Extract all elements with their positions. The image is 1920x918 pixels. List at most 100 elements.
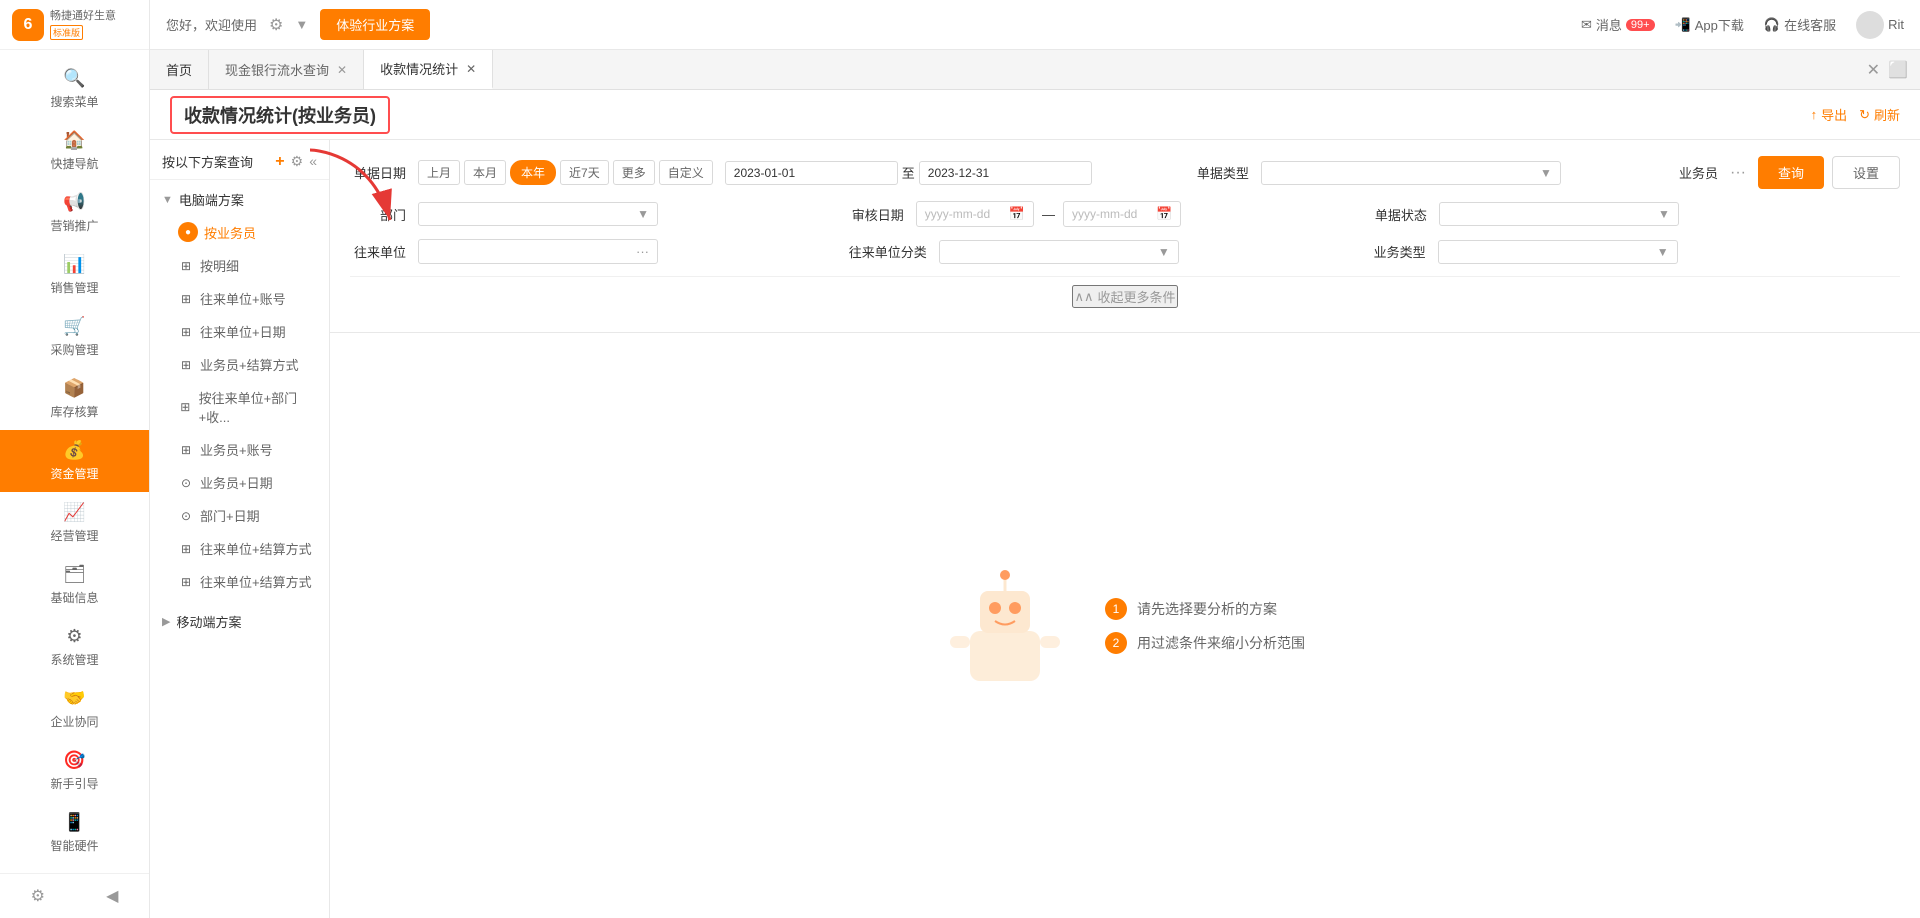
counterpart-label: 往来单位: [350, 242, 406, 261]
salesperson-more-btn[interactable]: ···: [1730, 164, 1746, 182]
home-icon: 🏠: [63, 130, 85, 151]
tab-home[interactable]: 首页: [150, 50, 209, 89]
logo-area: 6 畅捷通好生意 标准版: [0, 0, 149, 50]
tree-item-detail[interactable]: ⊞ 按明细: [150, 249, 329, 282]
sidebar-item-sales[interactable]: 📊 销售管理: [0, 244, 149, 306]
review-date-label: 审核日期: [848, 205, 904, 224]
tree-item-salesperson-date[interactable]: ⊙ 业务员+日期: [150, 466, 329, 499]
bill-status-select[interactable]: ▼: [1439, 202, 1679, 226]
sidebar-item-guide[interactable]: 🎯 新手引导: [0, 740, 149, 802]
mobile-section-arrow: ▶: [162, 615, 170, 628]
message-icon: ✉: [1581, 17, 1592, 33]
user-area[interactable]: Rit: [1856, 11, 1904, 39]
counterpart-type-select[interactable]: ▼: [939, 240, 1179, 264]
topbar-dropdown-icon[interactable]: ▼: [295, 17, 308, 32]
counterpart-type-dropdown-icon: ▼: [1158, 245, 1170, 259]
topbar-settings-icon[interactable]: ⚙: [269, 15, 283, 35]
search-icon: 🔍: [63, 68, 85, 89]
online-service-btn[interactable]: 🎧 在线客服: [1764, 15, 1836, 34]
export-btn[interactable]: ↑ 导出: [1811, 105, 1848, 124]
panel-collapse-btn[interactable]: «: [309, 153, 317, 171]
review-date-from-container[interactable]: yyyy-mm-dd 📅: [916, 201, 1034, 227]
bill-type-select[interactable]: ▼: [1261, 161, 1561, 185]
tree-item-salesperson-account[interactable]: ⊞ 业务员+账号: [150, 433, 329, 466]
search-btn[interactable]: 查询: [1758, 156, 1824, 189]
date-btn-custom[interactable]: 自定义: [659, 160, 713, 185]
export-icon: ↑: [1811, 107, 1818, 122]
date-btn-more[interactable]: 更多: [613, 160, 655, 185]
panel-header-actions: + ⚙ «: [275, 153, 317, 171]
topbar: 您好，欢迎使用 ⚙ ▼ 体验行业方案 ✉ 消息 99+ 📲 App下载 🎧 在线…: [150, 0, 1920, 50]
date-btn-this-month[interactable]: 本月: [464, 160, 506, 185]
messages-btn[interactable]: ✉ 消息 99+: [1581, 15, 1655, 34]
date-btn-last-7days[interactable]: 近7天: [560, 160, 609, 185]
salesperson-date-icon: ⊙: [178, 476, 194, 490]
tab-bank[interactable]: 现金银行流水查询 ✕: [209, 50, 364, 89]
collapse-btn[interactable]: ∧∧ 收起更多条件: [1072, 285, 1177, 308]
date-btn-last-month[interactable]: 上月: [418, 160, 460, 185]
pc-section-title[interactable]: ▼ 电脑端方案: [150, 184, 329, 215]
sidebar-item-purchase[interactable]: 🛒 采购管理: [0, 306, 149, 368]
page-header: 收款情况统计(按业务员) ↑ 导出 ↻ 刷新: [150, 90, 1920, 140]
sidebar-item-finance[interactable]: 💰 资金管理: [0, 430, 149, 492]
step-1-num: 1: [1105, 598, 1127, 620]
panel-add-btn[interactable]: +: [275, 153, 284, 171]
settings-btn[interactable]: 设置: [1832, 156, 1900, 189]
tree-item-unit-settle2[interactable]: ⊞ 往来单位+结算方式: [150, 565, 329, 598]
operation-icon: 📈: [63, 502, 85, 523]
dept-select[interactable]: ▼: [418, 202, 658, 226]
app-download-btn[interactable]: 📲 App下载: [1675, 15, 1744, 34]
trial-btn[interactable]: 体验行业方案: [320, 9, 430, 40]
calendar-icon-from[interactable]: 📅: [1009, 206, 1025, 222]
counterpart-input[interactable]: ···: [418, 239, 658, 264]
mobile-section-title[interactable]: ▶ 移动端方案: [150, 606, 329, 637]
sidebar-item-basic[interactable]: 🗂 基础信息: [0, 554, 149, 616]
mobile-section: ▶ 移动端方案: [150, 602, 329, 641]
step-1-text: 请先选择要分析的方案: [1137, 599, 1277, 619]
tree-item-unit-settle1[interactable]: ⊞ 往来单位+结算方式: [150, 532, 329, 565]
pc-section-arrow: ▼: [162, 194, 173, 206]
sidebar-item-inventory[interactable]: 📦 库存核算: [0, 368, 149, 430]
sidebar-item-operation[interactable]: 📈 经营管理: [0, 492, 149, 554]
date-btn-this-year[interactable]: 本年: [510, 160, 556, 185]
tree-item-salesperson[interactable]: ● 按业务员: [150, 215, 329, 249]
tree-item-unit-account[interactable]: ⊞ 往来单位+账号: [150, 282, 329, 315]
sidebar-item-marketing[interactable]: 📢 营销推广: [0, 182, 149, 244]
sidebar-item-wechat[interactable]: 💬 企业微信: [0, 864, 149, 873]
system-icon: ⚙: [66, 626, 82, 647]
tab-bank-close[interactable]: ✕: [337, 63, 347, 77]
sidebar-item-search[interactable]: 🔍 搜索菜单: [0, 58, 149, 120]
biz-type-select[interactable]: ▼: [1438, 240, 1678, 264]
tab-maximize[interactable]: ⬜: [1888, 60, 1908, 80]
dept-date-icon: ⊙: [178, 509, 194, 523]
review-date-to-container[interactable]: yyyy-mm-dd 📅: [1063, 201, 1181, 227]
date-to-input[interactable]: [919, 161, 1092, 185]
tree-item-unit-date[interactable]: ⊞ 往来单位+日期: [150, 315, 329, 348]
sidebar-item-system[interactable]: ⚙ 系统管理: [0, 616, 149, 678]
tab-receipt-close[interactable]: ✕: [466, 62, 476, 76]
tree-item-salesperson-settle[interactable]: ⊞ 业务员+结算方式: [150, 348, 329, 381]
collapse-row: ∧∧ 收起更多条件: [350, 276, 1900, 316]
search-area: 单据日期 上月 本月 本年 近7天 更多 自定义 至: [330, 140, 1920, 333]
date-from-input[interactable]: [725, 161, 898, 185]
tree-item-dept-date[interactable]: ⊙ 部门+日期: [150, 499, 329, 532]
tab-close-all[interactable]: ✕: [1867, 60, 1880, 80]
dept-label: 部门: [350, 205, 406, 224]
counterpart-more-icon[interactable]: ···: [636, 244, 649, 259]
sales-icon: 📊: [63, 254, 85, 275]
salesperson-settle-icon: ⊞: [178, 358, 194, 372]
refresh-btn[interactable]: ↻ 刷新: [1859, 105, 1900, 124]
sidebar-item-corp[interactable]: 🤝 企业协同: [0, 678, 149, 740]
unit-dept-icon: ⊞: [178, 400, 193, 414]
panel-settings-btn[interactable]: ⚙: [291, 153, 304, 171]
date-label: 单据日期: [350, 163, 406, 182]
tree-item-unit-dept[interactable]: ⊞ 按往来单位+部门+收...: [150, 381, 329, 433]
messages-label: 消息: [1596, 15, 1622, 34]
sidebar-settings-btn[interactable]: ⚙: [31, 886, 45, 906]
calendar-icon-to[interactable]: 📅: [1156, 206, 1172, 222]
sidebar-item-hardware[interactable]: 📱 智能硬件: [0, 802, 149, 864]
sidebar-item-shortcut[interactable]: 🏠 快捷导航: [0, 120, 149, 182]
step-2-text: 用过滤条件来缩小分析范围: [1137, 633, 1305, 653]
sidebar-collapse-btn[interactable]: ◀: [106, 886, 118, 906]
tab-receipt[interactable]: 收款情况统计 ✕: [364, 50, 493, 89]
